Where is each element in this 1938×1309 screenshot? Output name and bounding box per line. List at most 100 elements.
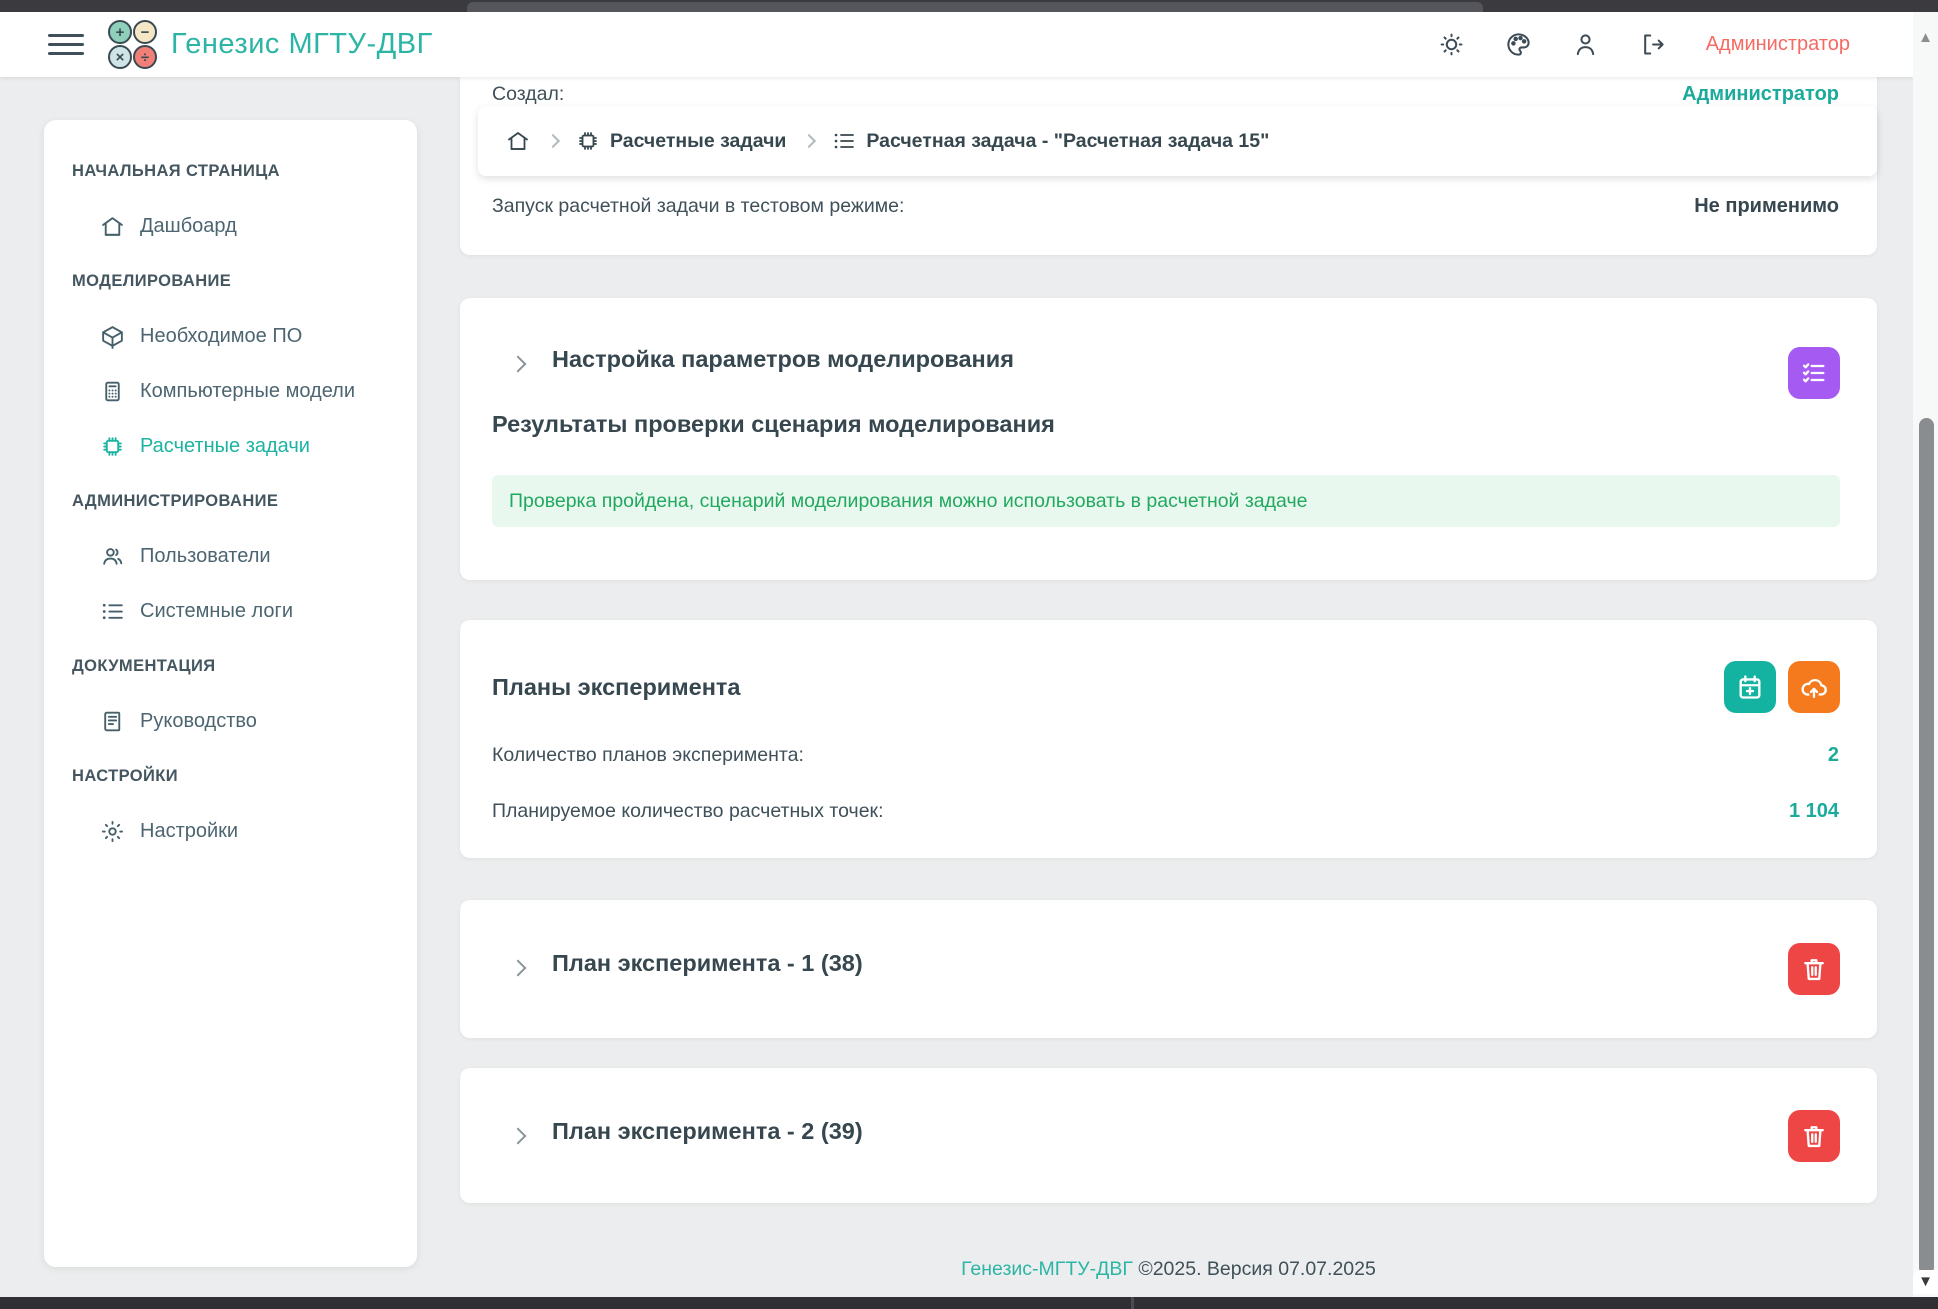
logo-divide-circle: ÷	[133, 45, 157, 69]
app-header: + − × ÷ Генезис МГТУ-ДВГ Администратор	[0, 12, 1913, 77]
chevron-right-icon	[545, 133, 561, 149]
sidebar-section-modeling: МОДЕЛИРОВАНИЕ	[72, 272, 232, 290]
created-by-label: Создал:	[492, 83, 565, 105]
points-count-value: 1 104	[1788, 800, 1839, 822]
bottom-window-strip	[0, 1297, 1938, 1309]
cpu-icon	[576, 129, 600, 153]
logo-plus-circle: +	[108, 20, 132, 44]
add-plan-button[interactable]	[1724, 661, 1776, 713]
sidebar-item-required-software[interactable]: Необходимое ПО	[44, 309, 417, 364]
home-icon	[506, 129, 530, 153]
sidebar-section-home: НАЧАЛЬНАЯ СТРАНИЦА	[72, 162, 280, 180]
book-icon	[100, 709, 125, 734]
footer: Генезис-МГТУ-ДВГ ©2025. Версия 07.07.202…	[460, 1258, 1877, 1281]
current-user-role[interactable]: Администратор	[1706, 33, 1850, 56]
profile-icon[interactable]	[1572, 31, 1599, 58]
scenario-check-button[interactable]	[1788, 347, 1840, 399]
users-icon	[100, 544, 125, 569]
created-by-row: Создал: Администратор	[492, 83, 1839, 106]
top-window-strip	[0, 0, 1938, 12]
test-mode-value: Не применимо	[1694, 195, 1839, 217]
plans-count-label: Количество планов эксперимента:	[492, 744, 804, 766]
delete-plan-1-button[interactable]	[1788, 943, 1840, 995]
vertical-scrollbar[interactable]: ▲ ▼	[1913, 12, 1938, 1297]
points-count-label: Планируемое количество расчетных точек:	[492, 800, 884, 822]
created-by-value[interactable]: Администратор	[1682, 83, 1839, 106]
points-count-row: Планируемое количество расчетных точек: …	[492, 800, 1839, 823]
experiment-plan-1-card: План эксперимента - 1 (38)	[460, 900, 1877, 1038]
app-logo: + − × ÷	[108, 20, 157, 69]
sidebar-section-settings: НАСТРОЙКИ	[72, 767, 179, 785]
logo-minus-circle: −	[133, 20, 157, 44]
expand-chevron-icon[interactable]	[509, 1127, 527, 1145]
top-strip-segment	[467, 2, 1483, 12]
scenario-check-message: Проверка пройдена, сценарий моделировани…	[509, 489, 1308, 512]
footer-copyright: ©2025. Версия 07.07.2025	[1132, 1258, 1376, 1280]
plans-count-value: 2	[1827, 744, 1839, 766]
sidebar-section-administration: АДМИНИСТРИРОВАНИЕ	[72, 492, 279, 510]
sidebar-item-label: Системные логи	[140, 600, 294, 622]
sidebar-item-label: Компьютерные модели	[140, 380, 356, 402]
experiment-plan-1-title[interactable]: План эксперимента - 1 (38)	[552, 950, 863, 977]
theme-sun-icon[interactable]	[1438, 31, 1465, 58]
palette-icon[interactable]	[1505, 31, 1532, 58]
list-icon	[832, 129, 856, 153]
sidebar-item-system-logs[interactable]: Системные логи	[44, 584, 417, 639]
logout-icon[interactable]	[1639, 31, 1666, 58]
sidebar-item-label: Необходимое ПО	[140, 325, 303, 347]
sidebar-item-manual[interactable]: Руководство	[44, 694, 417, 749]
plans-count-row: Количество планов эксперимента: 2	[492, 744, 1839, 767]
modeling-settings-title[interactable]: Настройка параметров моделирования	[552, 346, 1014, 373]
calendar-plus-icon	[1739, 675, 1761, 699]
modeling-settings-card: Настройка параметров моделирования Резул…	[460, 298, 1877, 580]
experiment-plan-2-title[interactable]: План эксперимента - 2 (39)	[552, 1118, 863, 1145]
gear-icon	[100, 819, 125, 844]
trash-icon	[1804, 1126, 1824, 1148]
test-mode-label: Запуск расчетной задачи в тестовом режим…	[492, 195, 905, 217]
logo-multiply-circle: ×	[108, 45, 132, 69]
scenario-check-success-alert: Проверка пройдена, сценарий моделировани…	[492, 475, 1840, 527]
sidebar-item-settings[interactable]: Настройки	[44, 804, 417, 859]
sidebar-item-users[interactable]: Пользователи	[44, 529, 417, 584]
experiment-plans-card: Планы эксперимента Количество планов экс…	[460, 620, 1877, 858]
scenario-results-title: Результаты проверки сценария моделирован…	[492, 411, 1055, 437]
checklist-icon	[1802, 363, 1825, 383]
breadcrumb-calculation-tasks[interactable]: Расчетные задачи	[576, 129, 786, 153]
sidebar-item-label: Расчетные задачи	[140, 435, 310, 457]
experiment-plan-2-card: План эксперимента - 2 (39)	[460, 1068, 1877, 1203]
sidebar-item-label: Дашбоард	[140, 215, 237, 237]
home-icon	[100, 214, 125, 239]
breadcrumb-current-task: Расчетная задача - "Расчетная задача 15"	[832, 129, 1269, 153]
trash-icon	[1804, 959, 1824, 981]
cloud-upload-icon	[1801, 678, 1827, 699]
experiment-plans-title: Планы эксперимента	[492, 674, 741, 700]
sidebar-item-label: Настройки	[140, 820, 239, 842]
bottom-strip-divider	[1131, 1297, 1134, 1309]
list-icon	[100, 599, 125, 624]
sidebar-item-dashboard[interactable]: Дашбоард	[44, 199, 417, 254]
breadcrumb-label: Расчетные задачи	[610, 129, 787, 152]
breadcrumb-label: Расчетная задача - "Расчетная задача 15"	[866, 129, 1270, 152]
upload-plan-button[interactable]	[1788, 661, 1840, 713]
breadcrumb: Расчетные задачи Расчетная задача - "Рас…	[478, 106, 1877, 176]
cpu-icon	[100, 434, 125, 459]
sidebar-item-computer-models[interactable]: Компьютерные модели	[44, 364, 417, 419]
expand-chevron-icon[interactable]	[509, 959, 527, 977]
sidebar-item-calculation-tasks[interactable]: Расчетные задачи	[44, 419, 417, 474]
scroll-down-arrow-icon[interactable]: ▼	[1913, 1270, 1938, 1294]
expand-chevron-icon[interactable]	[509, 355, 527, 373]
sidebar-item-label: Пользователи	[140, 545, 271, 567]
scroll-up-arrow-icon[interactable]: ▲	[1913, 26, 1938, 50]
package-icon	[100, 324, 125, 349]
scrollbar-thumb[interactable]	[1919, 418, 1934, 1275]
app-title: Генезис МГТУ-ДВГ	[171, 28, 433, 60]
test-mode-row: Запуск расчетной задачи в тестовом режим…	[492, 195, 1839, 218]
sidebar-nav: НАЧАЛЬНАЯ СТРАНИЦА Дашбоард МОДЕЛИРОВАНИ…	[44, 120, 417, 1267]
sidebar-section-documentation: ДОКУМЕНТАЦИЯ	[72, 657, 216, 675]
menu-hamburger-icon[interactable]	[48, 28, 84, 61]
calculator-icon	[100, 379, 125, 404]
delete-plan-2-button[interactable]	[1788, 1110, 1840, 1162]
footer-brand-link[interactable]: Генезис-МГТУ-ДВГ	[961, 1258, 1133, 1280]
chevron-right-icon	[802, 133, 817, 149]
breadcrumb-home[interactable]	[506, 129, 530, 153]
